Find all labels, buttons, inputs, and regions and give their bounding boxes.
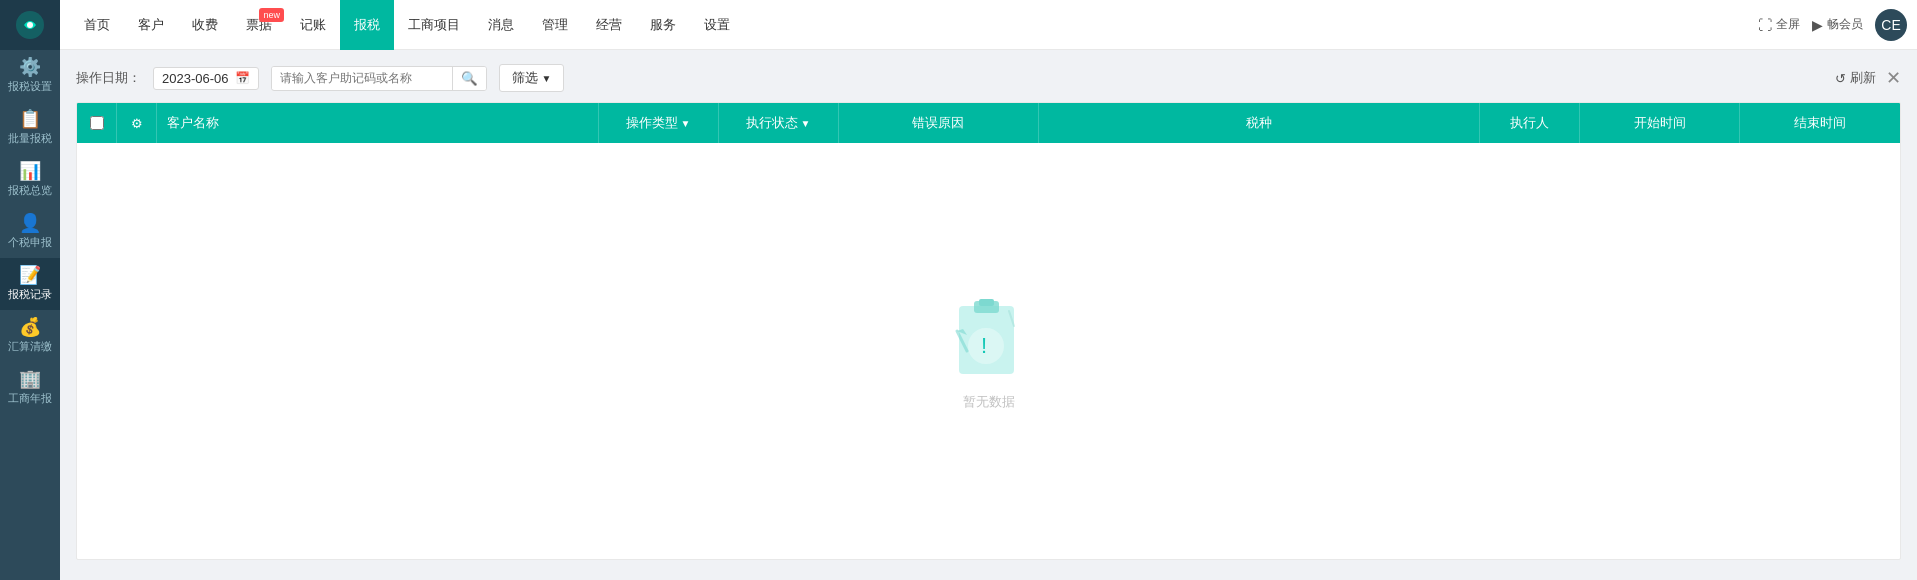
th-exec-status[interactable]: 执行状态 ▼ bbox=[719, 103, 839, 143]
sidebar-item-label: 报税总览 bbox=[8, 183, 52, 198]
nav-items: 首页 客户 收费 票据 new 记账 报税 工商项目 消息 bbox=[70, 0, 1758, 50]
sidebar-item-piliangshuishui[interactable]: 📋 批量报税 bbox=[0, 102, 60, 154]
table-header: ⚙ 客户名称 操作类型 ▼ 执行状态 ▼ 错误原因 税种 bbox=[77, 103, 1900, 143]
sidebar-item-label: 个税申报 bbox=[8, 235, 52, 250]
filter-chevron-icon: ▼ bbox=[542, 73, 552, 84]
geshui-icon: 👤 bbox=[19, 214, 41, 232]
svg-point-1 bbox=[27, 22, 33, 28]
date-label: 操作日期： bbox=[76, 69, 141, 87]
nav-item-jizhang[interactable]: 记账 bbox=[286, 0, 340, 50]
toolbar-right: ↺ 刷新 ✕ bbox=[1835, 69, 1901, 87]
filter-button[interactable]: 筛选 ▼ bbox=[499, 64, 565, 92]
svg-rect-4 bbox=[979, 299, 994, 306]
sidebar-item-label: 报税设置 bbox=[8, 79, 52, 94]
th-start-time: 开始时间 bbox=[1580, 103, 1740, 143]
content-area: 操作日期： 2023-06-06 📅 🔍 筛选 ▼ ↺ 刷新 ✕ bbox=[60, 50, 1917, 580]
user-avatar[interactable]: CE bbox=[1875, 9, 1907, 41]
huisuan-icon: 💰 bbox=[19, 318, 41, 336]
sidebar-item-baoshuizonglan[interactable]: 📊 报税总览 bbox=[0, 154, 60, 206]
sidebar-item-huisuanqingshu[interactable]: 💰 汇算清缴 bbox=[0, 310, 60, 362]
zonglan-icon: 📊 bbox=[19, 162, 41, 180]
sidebar-logo bbox=[0, 0, 60, 50]
search-box: 🔍 bbox=[271, 66, 487, 91]
piliang-icon: 📋 bbox=[19, 110, 41, 128]
topnav-right: ⛶ 全屏 ▶ 畅会员 CE bbox=[1758, 9, 1907, 41]
sidebar-item-label: 报税记录 bbox=[8, 287, 52, 302]
nav-item-shoufei[interactable]: 收费 bbox=[178, 0, 232, 50]
sidebar-item-label: 工商年报 bbox=[8, 391, 52, 406]
nav-item-gongshangxiangmu[interactable]: 工商项目 bbox=[394, 0, 474, 50]
refresh-icon: ↺ bbox=[1835, 71, 1846, 86]
filter-label: 筛选 bbox=[512, 69, 538, 87]
sidebar-item-baoshuishezhi[interactable]: ⚙️ 报税设置 bbox=[0, 50, 60, 102]
search-icon: 🔍 bbox=[461, 71, 478, 86]
date-value: 2023-06-06 bbox=[162, 71, 229, 86]
th-op-type[interactable]: 操作类型 ▼ bbox=[599, 103, 719, 143]
fullscreen-icon: ⛶ bbox=[1758, 17, 1772, 33]
svg-text:!: ! bbox=[981, 333, 987, 358]
nav-item-baoshui[interactable]: 报税 bbox=[340, 0, 394, 50]
nav-item-kehu[interactable]: 客户 bbox=[124, 0, 178, 50]
calendar-icon: 📅 bbox=[235, 71, 250, 85]
baoshuishezhi-icon: ⚙️ bbox=[19, 58, 41, 76]
nav-item-guanli[interactable]: 管理 bbox=[528, 0, 582, 50]
member-button[interactable]: ▶ 畅会员 bbox=[1812, 16, 1863, 33]
date-input[interactable]: 2023-06-06 📅 bbox=[153, 67, 259, 90]
nav-item-shezhi[interactable]: 设置 bbox=[690, 0, 744, 50]
select-all-checkbox[interactable] bbox=[90, 116, 104, 130]
empty-text: 暂无数据 bbox=[963, 393, 1015, 411]
nav-item-fuwu[interactable]: 服务 bbox=[636, 0, 690, 50]
jilu-icon: 📝 bbox=[19, 266, 41, 284]
th-checkbox[interactable] bbox=[77, 103, 117, 143]
fullscreen-button[interactable]: ⛶ 全屏 bbox=[1758, 16, 1800, 33]
th-tax-type: 税种 bbox=[1039, 103, 1481, 143]
close-button[interactable]: ✕ bbox=[1886, 69, 1901, 87]
nav-item-jingying[interactable]: 经营 bbox=[582, 0, 636, 50]
empty-state: ! 暂无数据 bbox=[949, 291, 1029, 411]
th-end-time: 结束时间 bbox=[1740, 103, 1900, 143]
th-error-reason: 错误原因 bbox=[839, 103, 1039, 143]
nav-item-piaoju[interactable]: 票据 new bbox=[232, 0, 286, 50]
sidebar-item-label: 批量报税 bbox=[8, 131, 52, 146]
data-table: ⚙ 客户名称 操作类型 ▼ 执行状态 ▼ 错误原因 税种 bbox=[76, 102, 1901, 560]
sidebar-item-geshuishenbao[interactable]: 👤 个税申报 bbox=[0, 206, 60, 258]
member-icon: ▶ bbox=[1812, 17, 1823, 33]
search-button[interactable]: 🔍 bbox=[452, 67, 486, 90]
optype-sort-icon: ▼ bbox=[681, 118, 691, 129]
refresh-button[interactable]: ↺ 刷新 bbox=[1835, 69, 1876, 87]
sidebar-item-baoshuijilu[interactable]: 📝 报税记录 bbox=[0, 258, 60, 310]
nav-item-shouye[interactable]: 首页 bbox=[70, 0, 124, 50]
sidebar: ⚙️ 报税设置 📋 批量报税 📊 报税总览 👤 个税申报 📝 报税记录 💰 汇算… bbox=[0, 0, 60, 580]
search-input[interactable] bbox=[272, 67, 452, 89]
sidebar-item-gongshangnianba[interactable]: 🏢 工商年报 bbox=[0, 362, 60, 414]
empty-illustration: ! bbox=[949, 291, 1029, 381]
main-area: 首页 客户 收费 票据 new 记账 报税 工商项目 消息 bbox=[60, 0, 1917, 580]
status-sort-icon: ▼ bbox=[801, 118, 811, 129]
top-navigation: 首页 客户 收费 票据 new 记账 报税 工商项目 消息 bbox=[60, 0, 1917, 50]
gongshang-icon: 🏢 bbox=[19, 370, 41, 388]
th-client-name: 客户名称 bbox=[157, 103, 599, 143]
nav-item-xiaoxi[interactable]: 消息 bbox=[474, 0, 528, 50]
th-executor: 执行人 bbox=[1480, 103, 1580, 143]
th-gear[interactable]: ⚙ bbox=[117, 103, 157, 143]
sidebar-item-label: 汇算清缴 bbox=[8, 339, 52, 354]
gear-icon: ⚙ bbox=[131, 116, 143, 131]
piaoju-badge: new bbox=[259, 8, 284, 23]
toolbar: 操作日期： 2023-06-06 📅 🔍 筛选 ▼ ↺ 刷新 ✕ bbox=[76, 64, 1901, 92]
table-body: ! 暂无数据 bbox=[77, 143, 1900, 559]
